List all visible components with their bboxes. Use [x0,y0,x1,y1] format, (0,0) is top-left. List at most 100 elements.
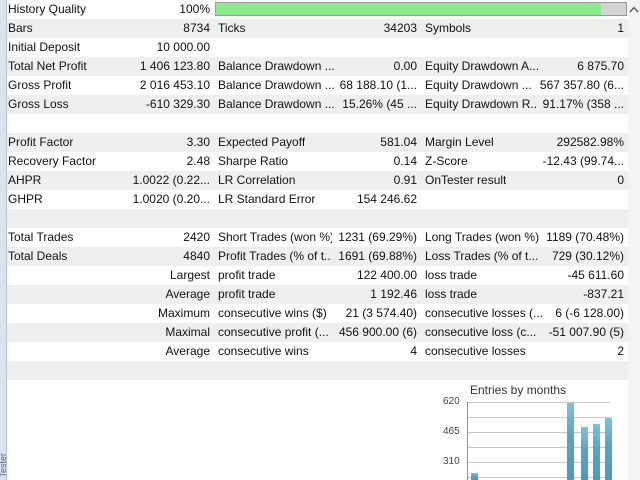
stat-cell: Maximal [7,323,212,342]
stat-label: LR Standard Error [218,190,315,209]
stat-value: Average [166,342,210,361]
stat-label: Total Net Profit [8,57,87,76]
stat-cell: profit trade122 400.00 [212,266,419,285]
table-row[interactable] [7,114,628,133]
stat-cell: Gross Profit2 016 453.10 [7,76,212,95]
chart-ytick-label: 620 [443,397,457,407]
scroll-up-icon[interactable] [629,3,639,11]
stat-cell: Short Trades (won %)1231 (69.29%) [212,228,419,247]
stat-label: Balance Drawdown ... [218,57,335,76]
stat-value: 2 [617,342,624,361]
stat-value: Average [166,285,210,304]
stat-value: 729 (30.12%) [552,247,624,266]
stat-label: Balance Drawdown ... [218,95,335,114]
stat-label: Profit Trades (% of t... [218,247,332,266]
stat-label: Profit Factor [8,133,73,152]
stat-cell [7,361,212,380]
stat-value: 1 406 123.80 [140,57,210,76]
stat-cell: Z-Score-12.43 (99.74... [419,152,628,171]
stat-cell: Balance Drawdown ...68 188.10 (1... [212,76,419,95]
stat-value: 34203 [384,19,417,38]
stat-label: Equity Drawdown R... [425,95,537,114]
table-row[interactable]: Largestprofit trade122 400.00loss trade-… [7,266,628,285]
stat-value: -51 007.90 (5) [549,323,624,342]
table-row[interactable]: Gross Profit2 016 453.10Balance Drawdown… [7,76,628,95]
stat-cell: consecutive wins ($)21 (3 574.40) [212,304,419,323]
table-row[interactable]: Profit Factor3.30Expected Payoff581.04Ma… [7,133,628,152]
tester-results-panel: Tester History Quality100%Bars8734Ticks3… [0,0,640,480]
stat-cell: Maximum [7,304,212,323]
table-row[interactable]: Averageconsecutive wins4consecutive loss… [7,342,628,361]
table-row[interactable] [7,209,628,228]
stat-label: Long Trades (won %) [425,228,539,247]
stat-value: -837.21 [583,285,624,304]
stat-value: 1.0020 (0.20... [133,190,210,209]
table-row[interactable]: GHPR1.0020 (0.20...LR Standard Error154 … [7,190,628,209]
chart-y-axis [467,402,468,480]
stat-label: consecutive wins ($) [218,304,327,323]
table-row[interactable]: Gross Loss-610 329.30Balance Drawdown ..… [7,95,628,114]
stat-value: 4840 [183,247,210,266]
stat-label: consecutive losses (... [425,304,543,323]
stat-cell [419,209,628,228]
table-row[interactable]: AHPR1.0022 (0.22...LR Correlation0.91OnT… [7,171,628,190]
stat-label: Gross Loss [8,95,69,114]
stat-cell: GHPR1.0020 (0.20... [7,190,212,209]
stat-label: History Quality [8,0,86,19]
table-row[interactable]: Total Net Profit 1 406 123.80 Balance Draw… [7,57,628,76]
stat-cell [419,114,628,133]
table-row[interactable] [7,361,628,380]
stat-value: 6 (-6 128.00) [555,304,624,323]
table-row[interactable]: Averageprofit trade1 192.46loss trade-83… [7,285,628,304]
stat-cell [419,190,628,209]
table-row[interactable]: Total Deals4840Profit Trades (% of t...1… [7,247,628,266]
entries-by-months-chart: Entries by months 620465310 [443,381,640,480]
stat-cell: Long Trades (won %)1189 (70.48%) [419,228,628,247]
stat-value: 581.04 [380,133,417,152]
stat-value: 2.48 [187,152,210,171]
chart-title: Entries by months [470,383,566,397]
stat-value: 1231 (69.29%) [338,228,417,247]
stat-value: 0.14 [394,152,417,171]
stat-label: OnTester result [425,171,506,190]
table-row[interactable]: Recovery Factor2.48Sharpe Ratio0.14Z-Sco… [7,152,628,171]
chart-gridline [467,432,610,433]
stat-value: Maximal [165,323,210,342]
stat-value: Largest [170,266,210,285]
table-row[interactable]: Maximumconsecutive wins ($)21 (3 574.40)… [7,304,628,323]
stat-label: Symbols [425,19,471,38]
history-quality-progress-fill [216,3,601,15]
table-row[interactable]: Total Trades2420Short Trades (won %)1231… [7,228,628,247]
stat-cell: Margin Level292582.98% [419,133,628,152]
table-row[interactable]: Initial Deposit10 000.00 [7,38,628,57]
vertical-scrollbar[interactable] [628,0,640,480]
chart-bar [593,424,600,480]
stat-cell: consecutive losses (... 6 (-6 128.00) [419,304,628,323]
stat-cell: History Quality100% [7,0,212,19]
stat-value: 10 000.00 [157,38,210,57]
stat-cell: Average [7,285,212,304]
stat-cell: Profit Factor 3.30 [7,133,212,152]
stat-label: Margin Level [425,133,494,152]
stat-cell: Equity Drawdown ...567 357.80 (6... [419,76,628,95]
stat-cell: consecutive losses2 [419,342,628,361]
stat-label: consecutive loss (c... [425,323,536,342]
table-row[interactable]: Maximal consecutive profit (... 456 900.00… [7,323,628,342]
stat-value: 567 357.80 (6... [540,76,624,95]
table-row[interactable]: History Quality100% [7,0,628,19]
stat-cell: Symbols1 [419,19,628,38]
stat-value: 68 188.10 (1... [340,76,417,95]
stat-value: 456 900.00 (6) [339,323,417,342]
stat-cell [212,38,419,57]
stat-value: -45 611.60 [568,266,625,285]
stat-cell: Largest [7,266,212,285]
stat-value: 3.30 [187,133,210,152]
vertical-panel-tab[interactable]: Tester [0,0,7,480]
table-row[interactable]: Bars8734Ticks34203Symbols1 [7,19,628,38]
stat-cell: Sharpe Ratio0.14 [212,152,419,171]
stat-cell: Equity Drawdown A...6 875.70 [419,57,628,76]
stat-label: Expected Payoff [218,133,305,152]
stat-value: 91.17% (358 ... [543,95,624,114]
stat-label: consecutive profit (... [218,323,329,342]
chart-gridline [467,477,610,478]
